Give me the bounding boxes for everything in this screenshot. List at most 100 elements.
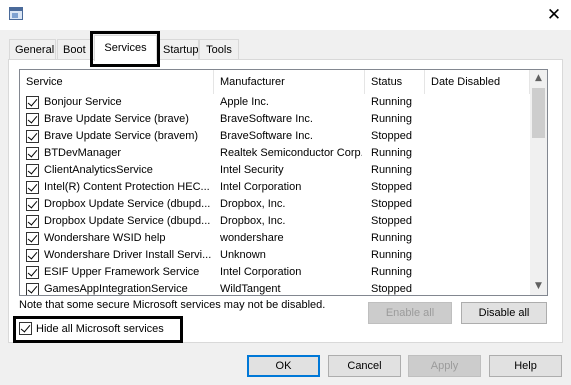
service-date-disabled <box>431 196 526 213</box>
msconfig-icon <box>9 7 23 20</box>
tab-general[interactable]: General <box>9 39 56 59</box>
service-status: Running <box>371 147 412 159</box>
service-manufacturer: Realtek Semiconductor Corp. <box>220 147 362 159</box>
service-manufacturer: Intel Security <box>220 164 284 176</box>
service-date-disabled <box>431 281 526 295</box>
table-row[interactable]: Wondershare WSID help wondershare Running <box>20 230 530 247</box>
service-status: Running <box>371 113 412 125</box>
service-status: Stopped <box>371 283 412 295</box>
service-name: GamesAppIntegrationService <box>44 283 188 295</box>
column-header-manufacturer[interactable]: Manufacturer <box>214 70 365 94</box>
service-name: Wondershare WSID help <box>44 232 166 244</box>
service-manufacturer: Intel Corporation <box>220 266 302 278</box>
service-name: Brave Update Service (brave) <box>44 113 189 125</box>
service-name: BTDevManager <box>44 147 122 159</box>
service-date-disabled <box>431 213 526 230</box>
title-bar: ✕ <box>0 0 571 30</box>
service-status: Running <box>371 96 412 108</box>
scroll-thumb[interactable] <box>532 88 545 138</box>
service-status: Running <box>371 164 412 176</box>
service-manufacturer: wondershare <box>220 232 284 244</box>
service-date-disabled <box>431 247 526 264</box>
service-manufacturer: Unknown <box>220 249 266 261</box>
tab-services[interactable]: Services <box>94 35 157 61</box>
table-row[interactable]: Intel(R) Content Protection HEC... Intel … <box>20 179 530 196</box>
service-date-disabled <box>431 111 526 128</box>
service-checkbox[interactable] <box>26 198 39 211</box>
service-manufacturer: Dropbox, Inc. <box>220 198 286 210</box>
tab-startup[interactable]: Startup <box>157 39 199 59</box>
service-status: Stopped <box>371 130 412 142</box>
service-manufacturer: Dropbox, Inc. <box>220 215 286 227</box>
service-status: Stopped <box>371 181 412 193</box>
scroll-up-icon[interactable]: ▲ <box>530 70 547 87</box>
service-date-disabled <box>431 264 526 281</box>
service-checkbox[interactable] <box>26 266 39 279</box>
service-checkbox[interactable] <box>26 249 39 262</box>
service-name: ClientAnalyticsService <box>44 164 153 176</box>
hide-ms-services-label: Hide all Microsoft services <box>36 323 164 335</box>
table-row[interactable]: ClientAnalyticsService Intel Security Runn… <box>20 162 530 179</box>
service-status: Running <box>371 232 412 244</box>
disable-all-button[interactable]: Disable all <box>461 302 547 324</box>
close-icon[interactable]: ✕ <box>545 6 563 24</box>
service-name: Wondershare Driver Install Servi... <box>44 249 212 261</box>
tab-strip: General Boot Services Startup Tools <box>0 30 571 61</box>
service-date-disabled <box>431 179 526 196</box>
table-row[interactable]: Bonjour Service Apple Inc. Running <box>20 94 530 111</box>
service-manufacturer: WildTangent <box>220 283 281 295</box>
service-status: Running <box>371 266 412 278</box>
service-checkbox[interactable] <box>26 232 39 245</box>
column-header-date-disabled[interactable]: Date Disabled <box>425 70 530 94</box>
service-name: Intel(R) Content Protection HEC... <box>44 181 210 193</box>
service-status: Stopped <box>371 198 412 210</box>
table-row[interactable]: ESIF Upper Framework Service Intel Corpor… <box>20 264 530 281</box>
table-row[interactable]: BTDevManager Realtek Semiconductor Corp. R… <box>20 145 530 162</box>
column-header-status[interactable]: Status <box>365 70 425 94</box>
service-manufacturer: BraveSoftware Inc. <box>220 130 313 142</box>
service-checkbox[interactable] <box>26 215 39 228</box>
service-checkbox[interactable] <box>26 147 39 160</box>
service-date-disabled <box>431 230 526 247</box>
column-header-service[interactable]: Service <box>20 70 214 94</box>
table-row[interactable]: Brave Update Service (brave) BraveSoftwar… <box>20 111 530 128</box>
service-name: Dropbox Update Service (dbupd... <box>44 215 211 227</box>
service-checkbox[interactable] <box>26 164 39 177</box>
service-manufacturer: BraveSoftware Inc. <box>220 113 313 125</box>
service-checkbox[interactable] <box>26 130 39 143</box>
table-row[interactable]: GamesAppIntegrationService WildTangent Sto… <box>20 281 530 295</box>
service-name: Brave Update Service (bravem) <box>44 130 199 142</box>
service-manufacturer: Apple Inc. <box>220 96 269 108</box>
hide-ms-services-check[interactable] <box>19 322 32 335</box>
services-list[interactable]: Service Manufacturer Status Date Disable… <box>19 69 548 296</box>
secure-services-note: Note that some secure Microsoft services… <box>19 299 326 311</box>
apply-button[interactable]: Apply <box>408 355 481 377</box>
enable-all-button[interactable]: Enable all <box>368 302 452 324</box>
vertical-scrollbar[interactable]: ▲ ▼ <box>530 70 547 295</box>
list-body: Bonjour Service Apple Inc. Running Brave Up… <box>20 94 530 295</box>
service-date-disabled <box>431 145 526 162</box>
tab-tools[interactable]: Tools <box>199 39 239 59</box>
service-date-disabled <box>431 162 526 179</box>
table-row[interactable]: Dropbox Update Service (dbupd... Dropbox,… <box>20 196 530 213</box>
service-status: Stopped <box>371 215 412 227</box>
service-checkbox[interactable] <box>26 96 39 109</box>
service-date-disabled <box>431 128 526 145</box>
help-button[interactable]: Help <box>489 355 562 377</box>
service-date-disabled <box>431 94 526 111</box>
service-name: ESIF Upper Framework Service <box>44 266 200 278</box>
service-checkbox[interactable] <box>26 283 39 295</box>
service-status: Running <box>371 249 412 261</box>
cancel-button[interactable]: Cancel <box>328 355 401 377</box>
service-checkbox[interactable] <box>26 181 39 194</box>
service-checkbox[interactable] <box>26 113 39 126</box>
tab-boot[interactable]: Boot <box>57 39 91 59</box>
table-row[interactable]: Brave Update Service (bravem) BraveSoftwa… <box>20 128 530 145</box>
service-manufacturer: Intel Corporation <box>220 181 302 193</box>
service-name: Bonjour Service <box>44 96 122 108</box>
service-name: Dropbox Update Service (dbupd... <box>44 198 211 210</box>
table-row[interactable]: Wondershare Driver Install Servi... Unkno… <box>20 247 530 264</box>
ok-button[interactable]: OK <box>247 355 320 377</box>
table-row[interactable]: Dropbox Update Service (dbupd... Dropbox,… <box>20 213 530 230</box>
scroll-down-icon[interactable]: ▼ <box>530 278 547 295</box>
